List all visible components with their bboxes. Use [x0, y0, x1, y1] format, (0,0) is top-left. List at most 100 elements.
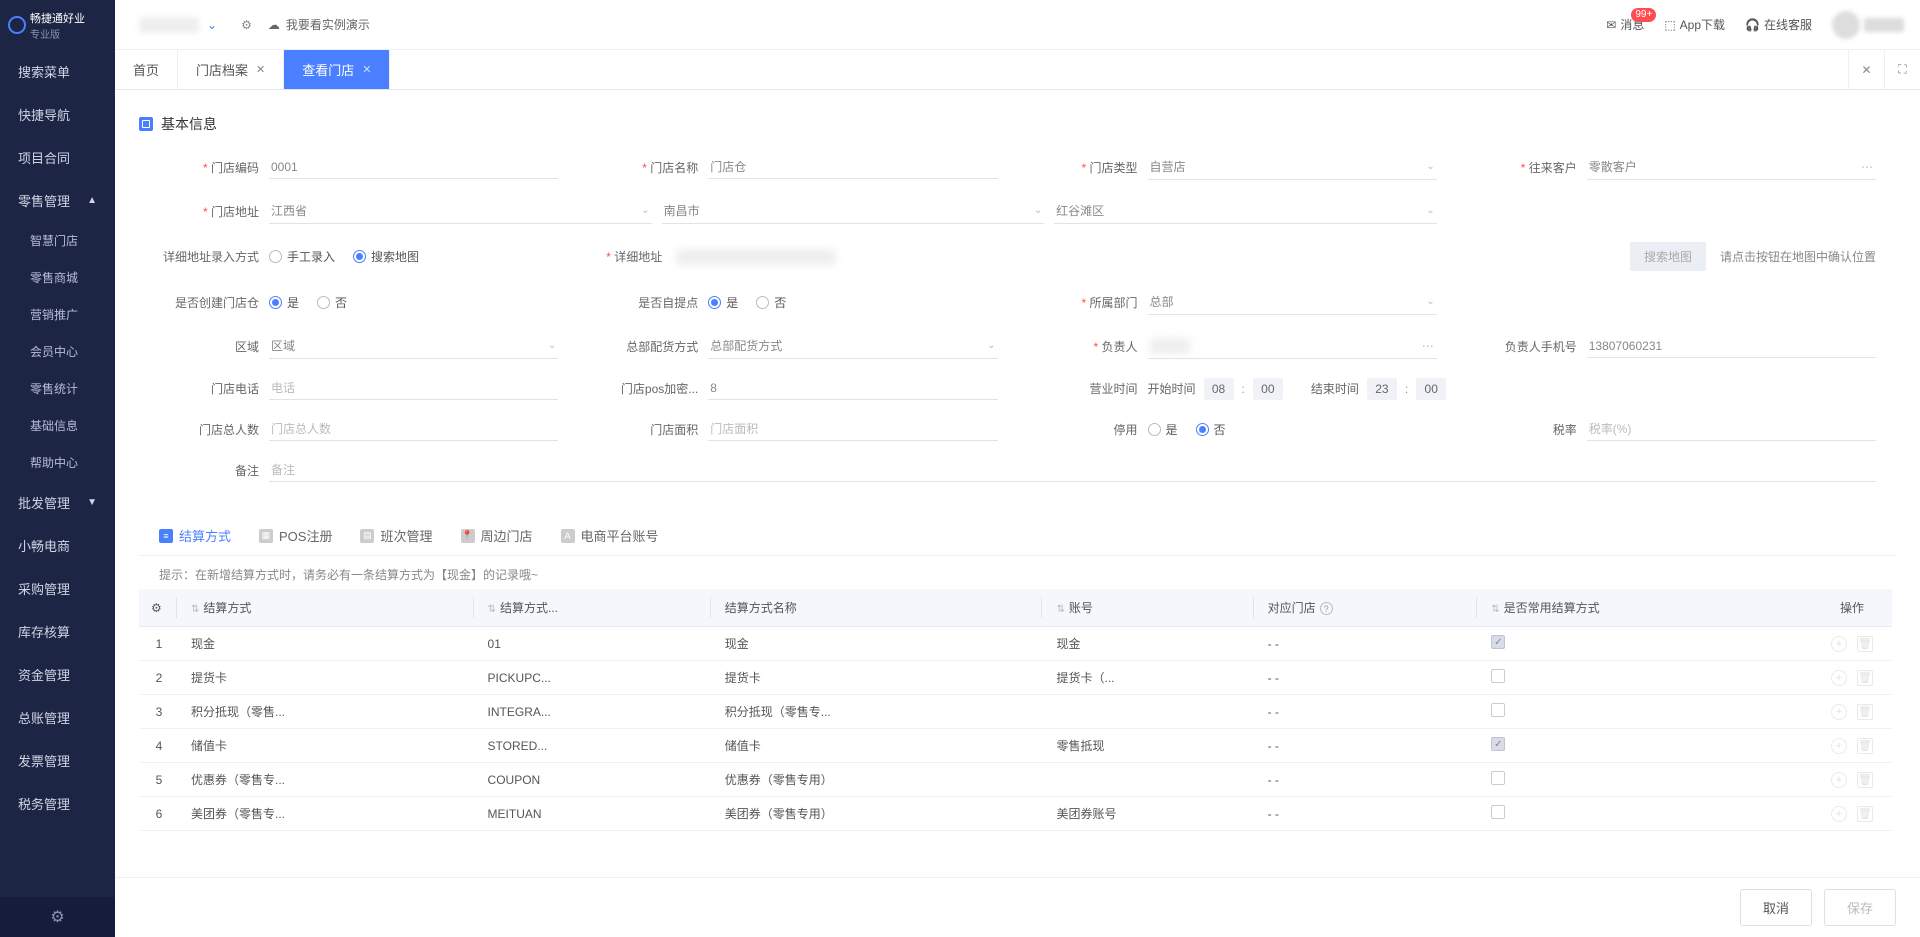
tab-view-store[interactable]: 查看门店✕	[284, 50, 390, 89]
customer-select[interactable]: 零散客户⋯	[1587, 154, 1876, 180]
table-row[interactable]: 4储值卡STORED...储值卡零售抵现- -+🗑	[139, 729, 1892, 763]
dist-mode-select[interactable]: 总部配货方式⌄	[708, 333, 997, 359]
end-hour[interactable]: 23	[1367, 378, 1397, 400]
staff-input[interactable]	[269, 418, 558, 441]
sidebar-item-retail[interactable]: 零售管理▲	[0, 179, 115, 222]
workspace-selector[interactable]: ⌄	[131, 13, 225, 37]
pos-pw-input[interactable]	[708, 377, 997, 400]
radio-wh-yes[interactable]: 是	[269, 294, 299, 311]
store-code-input[interactable]	[269, 156, 558, 179]
table-row[interactable]: 3积分抵现（零售...INTEGRA...积分抵现（零售专...- -+🗑	[139, 695, 1892, 729]
sidebar-sub-baseinfo[interactable]: 基础信息	[0, 407, 115, 444]
subtab-settlement[interactable]: ≡结算方式	[159, 526, 231, 545]
city-select[interactable]: 南昌市⌄	[662, 198, 1045, 224]
online-service-button[interactable]: 🎧 在线客服	[1745, 16, 1812, 33]
radio-disabled-yes[interactable]: 是	[1148, 421, 1178, 438]
region-select[interactable]: 区域⌄	[269, 333, 558, 359]
close-all-tabs[interactable]: ✕	[1848, 50, 1884, 89]
area-input[interactable]	[708, 418, 997, 441]
col-code[interactable]: 结算方式...	[476, 589, 713, 627]
sidebar-item-search[interactable]: 搜索菜单	[0, 50, 115, 93]
messages-button[interactable]: ✉ 消息 99+	[1606, 16, 1644, 33]
delete-row-icon[interactable]: 🗑	[1857, 738, 1873, 754]
sidebar-sub-stats[interactable]: 零售统计	[0, 370, 115, 407]
sidebar-item-inventory[interactable]: 库存核算	[0, 610, 115, 653]
sidebar-item-wholesale[interactable]: 批发管理▼	[0, 481, 115, 524]
tab-store-archive[interactable]: 门店档案✕	[178, 50, 284, 89]
sidebar-settings[interactable]: ⚙	[0, 897, 115, 937]
tax-input[interactable]	[1587, 418, 1876, 441]
manager-select[interactable]: ⋯	[1148, 334, 1437, 359]
common-checkbox[interactable]	[1491, 669, 1505, 683]
settings-icon[interactable]: ⚙	[241, 18, 252, 32]
start-min[interactable]: 00	[1253, 378, 1283, 400]
table-row[interactable]: 2提货卡PICKUPC...提货卡提货卡（...- -+🗑	[139, 661, 1892, 695]
table-row[interactable]: 5优惠券（零售专...COUPON优惠券（零售专用）- -+🗑	[139, 763, 1892, 797]
add-row-icon[interactable]: +	[1831, 670, 1847, 686]
delete-row-icon[interactable]: 🗑	[1857, 772, 1873, 788]
help-icon[interactable]: ?	[1320, 602, 1333, 615]
delete-row-icon[interactable]: 🗑	[1857, 670, 1873, 686]
col-config[interactable]: ⚙	[139, 589, 179, 627]
store-name-input[interactable]	[708, 156, 997, 179]
cancel-button[interactable]: 取消	[1740, 889, 1812, 926]
col-name[interactable]: 结算方式名称	[713, 589, 1045, 627]
sidebar-sub-marketing[interactable]: 营销推广	[0, 296, 115, 333]
add-row-icon[interactable]: +	[1831, 704, 1847, 720]
delete-row-icon[interactable]: 🗑	[1857, 636, 1873, 652]
sidebar-item-quicknav[interactable]: 快捷导航	[0, 93, 115, 136]
add-row-icon[interactable]: +	[1831, 636, 1847, 652]
radio-wh-no[interactable]: 否	[317, 294, 347, 311]
tab-home[interactable]: 首页	[115, 50, 178, 89]
radio-disabled-no[interactable]: 否	[1196, 421, 1226, 438]
user-menu[interactable]	[1832, 11, 1904, 39]
sidebar-item-ledger[interactable]: 总账管理	[0, 696, 115, 739]
subtab-pos[interactable]: ▦POS注册	[259, 526, 332, 545]
demo-link[interactable]: ☁ 我要看实例演示	[268, 16, 370, 33]
sidebar-item-purchase[interactable]: 采购管理	[0, 567, 115, 610]
search-map-button[interactable]: 搜索地图	[1630, 242, 1706, 271]
start-hour[interactable]: 08	[1204, 378, 1234, 400]
radio-pick-yes[interactable]: 是	[708, 294, 738, 311]
radio-pick-no[interactable]: 否	[756, 294, 786, 311]
common-checkbox[interactable]	[1491, 703, 1505, 717]
radio-manual[interactable]: 手工录入	[269, 248, 335, 265]
table-row[interactable]: 1现金01现金现金- -+🗑	[139, 627, 1892, 661]
delete-row-icon[interactable]: 🗑	[1857, 704, 1873, 720]
app-download-button[interactable]: ⬚ App下载	[1664, 16, 1725, 33]
detail-address-input[interactable]	[676, 249, 836, 265]
subtab-nearby[interactable]: 📍周边门店	[461, 526, 533, 545]
province-select[interactable]: 江西省⌄	[269, 198, 652, 224]
store-type-select[interactable]: 自营店⌄	[1148, 154, 1437, 180]
sidebar-sub-mall[interactable]: 零售商城	[0, 259, 115, 296]
common-checkbox[interactable]	[1491, 737, 1505, 751]
common-checkbox[interactable]	[1491, 805, 1505, 819]
sidebar-item-contract[interactable]: 项目合同	[0, 136, 115, 179]
add-row-icon[interactable]: +	[1831, 738, 1847, 754]
radio-map[interactable]: 搜索地图	[353, 248, 419, 265]
sidebar-sub-member[interactable]: 会员中心	[0, 333, 115, 370]
common-checkbox[interactable]	[1491, 635, 1505, 649]
col-acct[interactable]: 账号	[1044, 589, 1255, 627]
table-row[interactable]: 6美团券（零售专...MEITUAN美团券（零售专用）美团券账号- -+🗑	[139, 797, 1892, 831]
sidebar-sub-help[interactable]: 帮助中心	[0, 444, 115, 481]
subtab-shift[interactable]: ▤班次管理	[360, 526, 432, 545]
add-row-icon[interactable]: +	[1831, 806, 1847, 822]
col-store[interactable]: 对应门店?	[1256, 589, 1480, 627]
col-common[interactable]: 是否常用结算方式	[1479, 589, 1812, 627]
sidebar-item-ecom[interactable]: 小畅电商	[0, 524, 115, 567]
save-button[interactable]: 保存	[1824, 889, 1896, 926]
add-row-icon[interactable]: +	[1831, 772, 1847, 788]
close-icon[interactable]: ✕	[362, 63, 371, 76]
manager-phone-input[interactable]	[1587, 335, 1876, 358]
sidebar-item-finance[interactable]: 资金管理	[0, 653, 115, 696]
sidebar-sub-smartstore[interactable]: 智慧门店	[0, 222, 115, 259]
subtab-ecom[interactable]: A电商平台账号	[561, 526, 659, 545]
common-checkbox[interactable]	[1491, 771, 1505, 785]
fullscreen-button[interactable]: ⛶	[1884, 50, 1920, 89]
sidebar-item-invoice[interactable]: 发票管理	[0, 739, 115, 782]
phone-input[interactable]	[269, 377, 558, 400]
district-select[interactable]: 红谷滩区⌄	[1054, 198, 1437, 224]
col-method[interactable]: 结算方式	[179, 589, 476, 627]
delete-row-icon[interactable]: 🗑	[1857, 806, 1873, 822]
